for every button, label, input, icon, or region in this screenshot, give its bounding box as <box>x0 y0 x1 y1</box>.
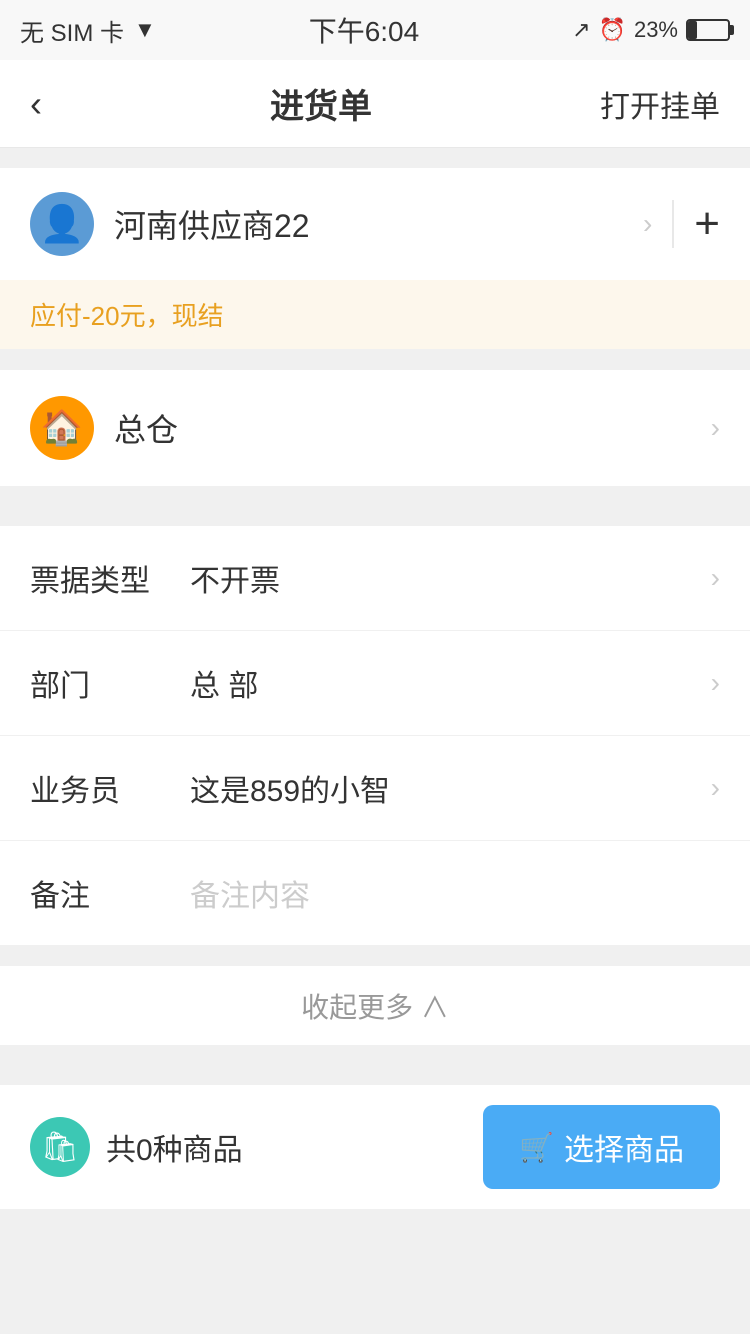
bottom-bar: 🛍 共0种商品 🛒 选择商品 <box>0 1085 750 1209</box>
status-left: 无 SIM 卡 ▼ <box>20 13 156 48</box>
select-product-icon: 🛒 <box>519 1131 554 1164</box>
warehouse-chevron-icon: › <box>711 412 720 444</box>
product-count-text: 共0种商品 <box>106 1125 243 1169</box>
status-right: ↗ ⏰ 23% <box>572 17 730 43</box>
cart-icon: 🛍 <box>41 1130 79 1165</box>
collapse-label: 收起更多 ∧ <box>301 986 449 1026</box>
remark-row[interactable]: 备注 备注内容 <box>0 841 750 945</box>
sales-person-row[interactable]: 业务员 这是859的小智 › <box>0 736 750 841</box>
section-gap-2 <box>0 349 750 369</box>
remark-label: 备注 <box>30 871 170 915</box>
payment-notice: 应付-20元，现结 <box>0 280 750 349</box>
select-product-button[interactable]: 🛒 选择商品 <box>483 1105 720 1189</box>
form-section: 票据类型 不开票 › 部门 总 部 › 业务员 这是859的小智 › 备注 备注… <box>0 526 750 945</box>
invoice-type-value: 不开票 <box>190 556 701 600</box>
supplier-divider <box>672 200 674 248</box>
department-row[interactable]: 部门 总 部 › <box>0 631 750 736</box>
invoice-type-label: 票据类型 <box>30 556 170 600</box>
product-count-wrap: 🛍 共0种商品 <box>30 1117 243 1177</box>
alarm-icon: ⏰ <box>599 17 626 43</box>
back-button[interactable]: ‹ <box>30 83 42 125</box>
remark-input[interactable]: 备注内容 <box>190 871 720 915</box>
department-label: 部门 <box>30 661 170 705</box>
supplier-name: 河南供应商22 <box>114 201 633 247</box>
warehouse-icon: 🏠 <box>41 408 83 448</box>
wifi-icon: ▼ <box>134 17 156 43</box>
location-icon: ↗ <box>572 17 590 43</box>
status-bar: 无 SIM 卡 ▼ 下午6:04 ↗ ⏰ 23% <box>0 0 750 60</box>
sales-person-chevron-icon: › <box>711 772 720 804</box>
invoice-type-chevron-icon: › <box>711 562 720 594</box>
product-icon-wrap: 🛍 <box>30 1117 90 1177</box>
warehouse-icon-wrap: 🏠 <box>30 396 94 460</box>
add-supplier-button[interactable]: + <box>694 202 720 246</box>
invoice-type-row[interactable]: 票据类型 不开票 › <box>0 526 750 631</box>
section-gap-1 <box>0 148 750 168</box>
warehouse-name: 总仓 <box>114 405 701 451</box>
section-gap-4 <box>0 1045 750 1065</box>
sales-person-label: 业务员 <box>30 766 170 810</box>
nav-bar: ‹ 进货单 打开挂单 <box>0 60 750 148</box>
collapse-button[interactable]: 收起更多 ∧ <box>0 965 750 1045</box>
supplier-section: 👤 河南供应商22 › + 应付-20元，现结 <box>0 168 750 349</box>
department-value: 总 部 <box>190 661 701 705</box>
open-pending-button[interactable]: 打开挂单 <box>600 82 720 126</box>
user-icon: 👤 <box>40 203 85 245</box>
supplier-chevron-icon: › <box>643 208 652 240</box>
supplier-avatar: 👤 <box>30 192 94 256</box>
page-title: 进货单 <box>270 79 372 128</box>
warehouse-row[interactable]: 🏠 总仓 › <box>0 369 750 486</box>
battery-icon <box>686 19 730 41</box>
department-chevron-icon: › <box>711 667 720 699</box>
status-time: 下午6:04 <box>309 10 420 50</box>
sales-person-value: 这是859的小智 <box>190 766 701 810</box>
supplier-row[interactable]: 👤 河南供应商22 › + <box>0 168 750 280</box>
select-product-label: 选择商品 <box>564 1125 684 1169</box>
battery-percent: 23% <box>634 17 678 43</box>
section-gap-3 <box>0 486 750 506</box>
carrier-text: 无 SIM 卡 <box>20 13 124 48</box>
